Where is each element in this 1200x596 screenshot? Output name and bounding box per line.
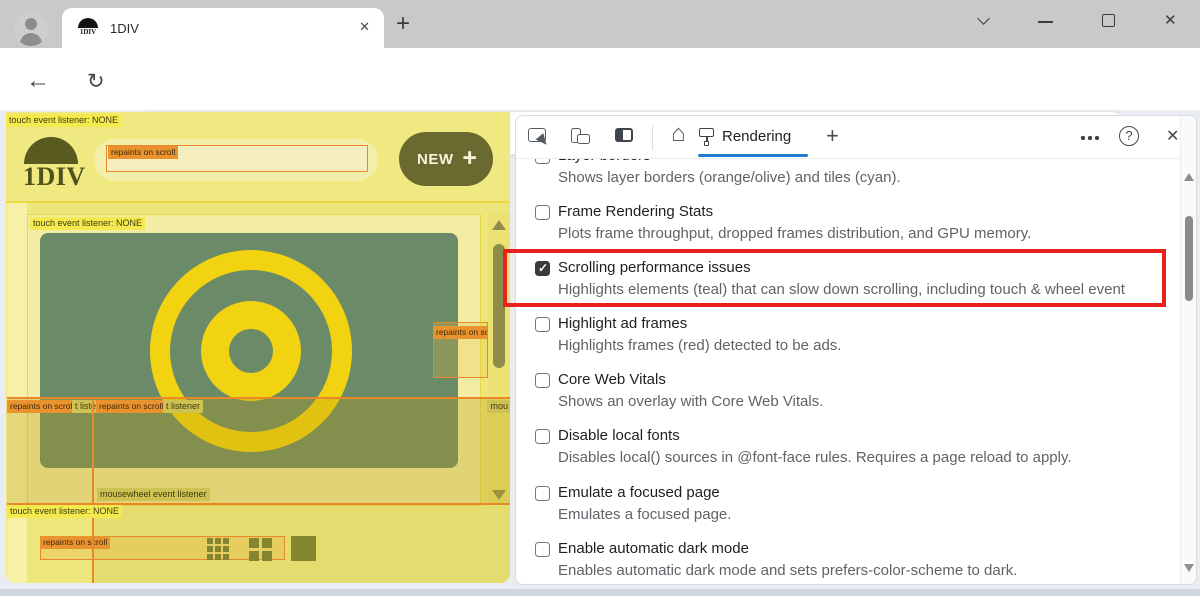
option-description: Emulates a focused page. (558, 506, 1147, 523)
option-description: Disables local() sources in @font-face r… (558, 449, 1147, 466)
checkbox-scrolling-performance[interactable] (535, 261, 550, 276)
plus-icon: + (462, 144, 477, 173)
dock-side-icon[interactable] (615, 128, 639, 148)
toolbar-divider (652, 125, 653, 150)
page-scrollbar-thumb[interactable] (493, 244, 505, 368)
option-label[interactable]: Scrolling performance issues (558, 259, 1147, 276)
tab-list-chevron-icon[interactable] (970, 0, 1000, 40)
overlay-label: touch event listener: NONE (6, 114, 121, 127)
option-label[interactable]: Disable local fonts (558, 427, 1147, 444)
overlay-label: mousewheel event listener (97, 488, 210, 501)
devtools-panel: Layer borders Shows layer borders (orang… (515, 115, 1197, 585)
home-tab-icon[interactable]: ⌂ (671, 120, 686, 148)
webpage-viewport: 1DIV Search repaints on scroll NEW + rep… (6, 112, 510, 583)
devtools-scrollbar[interactable] (1180, 116, 1196, 584)
option-description: Shows an overlay with Core Web Vitals. (558, 393, 1147, 410)
option-row-scrolling-performance: Scrolling performance issues Highlights … (535, 259, 1147, 298)
checkbox-emulate-focused-page[interactable] (535, 486, 550, 501)
scroll-up-icon[interactable] (492, 220, 506, 230)
new-button[interactable]: NEW + (399, 132, 493, 186)
option-label[interactable]: Highlight ad frames (558, 315, 1147, 332)
checkbox-core-web-vitals[interactable] (535, 373, 550, 388)
option-description: Highlights frames (red) detected to be a… (558, 337, 1147, 354)
devtools-scrollbar-thumb[interactable] (1185, 216, 1193, 301)
tab-title: 1DIV (110, 21, 139, 36)
overlay-label: touch event listener: NONE (30, 217, 145, 230)
paint-brush-icon (699, 128, 715, 146)
help-icon[interactable]: ? (1119, 126, 1139, 146)
overlay-label: repaints on scroll (433, 326, 487, 339)
option-row-frame-rendering-stats: Frame Rendering Stats Plots frame throug… (535, 203, 1147, 242)
overlay-label: repaints on scroll (7, 400, 77, 413)
repaint-overlay-box: repaints on scroll (433, 322, 488, 378)
checkbox-frame-rendering-stats[interactable] (535, 205, 550, 220)
grid-view-medium-button[interactable] (249, 538, 272, 561)
scroll-overlay-region-1: repaints on scroll t liste repaints on s… (7, 397, 510, 505)
window-close-button[interactable]: ✕ (1157, 0, 1187, 40)
option-label[interactable]: Emulate a focused page (558, 484, 1147, 501)
overlay-label: t listener (163, 400, 203, 413)
inspect-element-icon[interactable] (528, 128, 552, 148)
browser-navbar: ← ↻ microsoftedge.github.io/Demos/1DIV/d… (0, 48, 1200, 110)
back-button[interactable]: ← (26, 67, 50, 95)
active-tab-underline (698, 154, 808, 157)
checkbox-disable-local-fonts[interactable] (535, 429, 550, 444)
refresh-button[interactable]: ↻ (87, 69, 105, 94)
browser-tab[interactable]: 1DIV 1DIV ✕ (62, 8, 384, 48)
window-titlebar: 1DIV 1DIV ✕ + ✕ (0, 0, 1200, 48)
bullseye-center (229, 329, 273, 373)
overlay-label: repaints on scroll (96, 400, 166, 413)
more-tools-icon[interactable] (1081, 136, 1099, 140)
grid-view-small-button[interactable] (207, 538, 229, 560)
overlay-label: mou (487, 400, 510, 413)
maximize-button[interactable] (1094, 0, 1124, 40)
overlay-label: t liste (72, 400, 99, 413)
single-view-button[interactable] (291, 536, 316, 561)
overlay-label: touch event listener: NONE (7, 505, 122, 518)
option-row-core-web-vitals: Core Web Vitals Shows an overlay with Co… (535, 371, 1147, 410)
site-logo: 1DIV (23, 137, 79, 192)
tab-close-icon[interactable]: ✕ (359, 19, 370, 35)
add-tool-button[interactable]: + (826, 123, 839, 149)
option-label[interactable]: Frame Rendering Stats (558, 203, 1147, 220)
page-left-margin (7, 203, 27, 583)
device-emulation-icon[interactable] (571, 128, 595, 148)
minimize-button[interactable] (1031, 0, 1061, 40)
avatar-head (25, 18, 37, 30)
scroll-up-icon[interactable] (1184, 173, 1194, 181)
overlay-border-line (92, 397, 94, 583)
option-row-disable-local-fonts: Disable local fonts Disables local() sou… (535, 427, 1147, 466)
profile-avatar[interactable] (14, 12, 48, 46)
logo-dome (24, 137, 78, 164)
checkbox-highlight-ad-frames[interactable] (535, 317, 550, 332)
option-description: Highlights elements (teal) that can slow… (558, 281, 1147, 298)
devtools-toolbar: ⌂ Rendering + ? ✕ (516, 116, 1196, 159)
overlay-label: repaints on scroll (40, 536, 110, 549)
option-label[interactable]: Enable automatic dark mode (558, 540, 1147, 557)
devtools-close-icon[interactable]: ✕ (1166, 126, 1179, 146)
option-description: Enables automatic dark mode and sets pre… (558, 562, 1147, 579)
avatar-torso (20, 33, 42, 46)
window-bottom-edge (0, 589, 1200, 596)
overlay-label: repaints on scroll (108, 146, 178, 159)
option-row-auto-dark-mode: Enable automatic dark mode Enables autom… (535, 540, 1147, 579)
option-description: Plots frame throughput, dropped frames d… (558, 225, 1147, 242)
option-row-emulate-focused-page: Emulate a focused page Emulates a focuse… (535, 484, 1147, 523)
option-description: Shows layer borders (orange/olive) and t… (558, 169, 1147, 186)
site-favicon-icon: 1DIV (75, 15, 101, 41)
option-row-highlight-ad-frames: Highlight ad frames Highlights frames (r… (535, 315, 1147, 354)
option-label[interactable]: Core Web Vitals (558, 371, 1147, 388)
checkbox-auto-dark-mode[interactable] (535, 542, 550, 557)
new-tab-button[interactable]: + (396, 10, 410, 38)
scroll-down-icon[interactable] (1184, 564, 1194, 572)
